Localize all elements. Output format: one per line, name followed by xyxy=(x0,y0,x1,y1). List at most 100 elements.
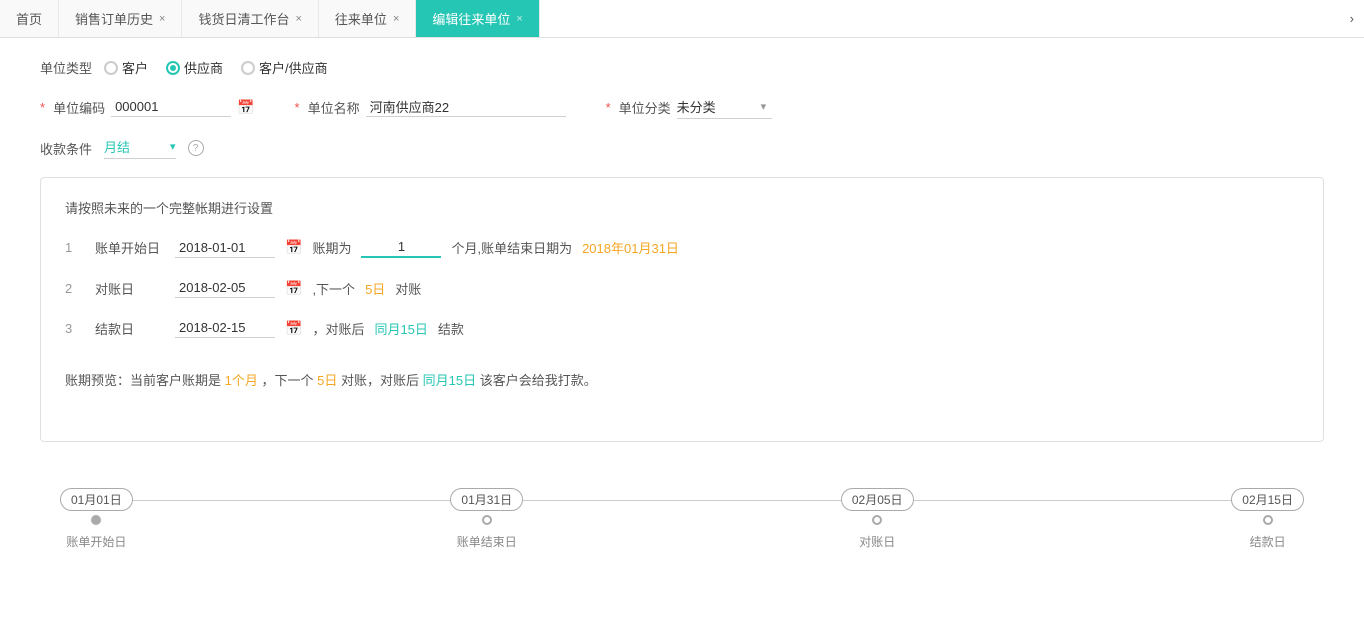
row-2-number: 2 xyxy=(65,281,85,296)
radio-supplier-label: 供应商 xyxy=(184,58,223,77)
row-1-end-date: 2018年01月31日 xyxy=(582,238,679,257)
radio-supplier[interactable]: 供应商 xyxy=(166,58,223,77)
tab-bar: 首页 销售订单历史 × 钱货日清工作台 × 往来单位 × 编辑往来单位 × › xyxy=(0,0,1364,38)
radio-both[interactable]: 客户/供应商 xyxy=(241,58,328,77)
unit-category-group: * 单位分类 未分类 ▾ xyxy=(606,95,773,119)
settings-row-2: 2 对账日 📅 ,下一个 5日 对账 xyxy=(65,278,1299,298)
timeline-date-3: 02月05日 xyxy=(841,488,914,511)
unit-category-value: 未分类 xyxy=(677,97,757,116)
unit-name-input[interactable] xyxy=(366,97,566,117)
timeline-label-4: 结款日 xyxy=(1250,533,1286,550)
timeline: 01月01日 账单开始日 01月31日 账单结束日 02月05日 对账日 02月… xyxy=(40,458,1324,600)
tab-sales-order[interactable]: 销售订单历史 × xyxy=(59,0,182,37)
preview-reconcile-day: 5日 xyxy=(317,373,337,388)
unit-code-calendar-icon[interactable]: 📅 xyxy=(237,99,254,116)
timeline-dot-4 xyxy=(1263,515,1273,525)
unit-code-label: 单位编码 xyxy=(53,98,105,117)
row-2-label: 对账日 xyxy=(95,279,165,298)
payment-terms-label: 收款条件 xyxy=(40,139,92,158)
close-partner-tab[interactable]: × xyxy=(393,13,399,25)
timeline-date-1: 01月01日 xyxy=(60,488,133,511)
tab-partner[interactable]: 往来单位 × xyxy=(319,0,416,37)
unit-code-group: * 单位编码 📅 xyxy=(40,97,255,117)
row-1-suffix-after: 个月,账单结束日期为 xyxy=(451,238,572,257)
unit-name-label: 单位名称 xyxy=(308,98,360,117)
period-input[interactable] xyxy=(361,237,441,258)
row-3-number: 3 xyxy=(65,321,85,336)
timeline-date-2: 01月31日 xyxy=(450,488,523,511)
settings-row-1: 1 账单开始日 📅 账期为 个月,账单结束日期为 2018年01月31日 xyxy=(65,237,1299,258)
preview-payment-day: 同月15日 xyxy=(423,373,476,388)
row-1-suffix-before: 账期为 xyxy=(312,238,351,257)
close-sales-order-tab[interactable]: × xyxy=(159,13,165,25)
unit-type-row: 单位类型 客户 供应商 客户/供应商 xyxy=(40,58,1324,77)
unit-category-star: * xyxy=(606,100,611,115)
row-3-prefix: ，对账后 xyxy=(312,319,364,338)
close-cash-work-tab[interactable]: × xyxy=(295,13,301,25)
unit-info-row: * 单位编码 📅 * 单位名称 * 单位分类 未分类 ▾ xyxy=(40,95,1324,119)
row-2-prefix: ,下一个 xyxy=(312,279,355,298)
settings-row-3: 3 结款日 📅 ，对账后 同月15日 结款 xyxy=(65,318,1299,338)
preview-text: 账期预览：当前客户账期是 1个月 ，下一个 5日 对账，对账后 同月15日 该客… xyxy=(65,370,1299,389)
unit-code-star: * xyxy=(40,100,45,115)
radio-supplier-circle xyxy=(166,61,180,75)
row-3-day-highlight: 同月15日 xyxy=(374,319,427,338)
row-3-label: 结款日 xyxy=(95,319,165,338)
row-1-label: 账单开始日 xyxy=(95,238,165,257)
timeline-dot-1 xyxy=(91,515,101,525)
row-3-suffix: 结款 xyxy=(438,319,464,338)
tab-cash-work[interactable]: 钱货日清工作台 × xyxy=(182,0,318,37)
timeline-points: 01月01日 账单开始日 01月31日 账单结束日 02月05日 对账日 02月… xyxy=(60,488,1304,550)
settings-box: 请按照未来的一个完整帐期进行设置 1 账单开始日 📅 账期为 个月,账单结束日期… xyxy=(40,177,1324,442)
tab-more-button[interactable]: › xyxy=(1340,0,1364,37)
reconcile-date-calendar-icon[interactable]: 📅 xyxy=(285,280,302,297)
preview-suffix: 该客户会给我打款。 xyxy=(480,373,597,388)
reconcile-date-input[interactable] xyxy=(175,278,275,298)
timeline-label-1: 账单开始日 xyxy=(66,533,126,550)
close-edit-partner-tab[interactable]: × xyxy=(516,13,522,25)
row-2-day-highlight: 5日 xyxy=(365,279,385,298)
payment-terms-arrow-icon: ▾ xyxy=(170,140,176,153)
preview-prefix: 账期预览：当前客户账期是 xyxy=(65,373,221,388)
unit-name-group: * 单位名称 xyxy=(295,97,566,117)
radio-both-label: 客户/供应商 xyxy=(259,58,328,77)
row-1-number: 1 xyxy=(65,240,85,255)
radio-customer-circle xyxy=(104,61,118,75)
timeline-dot-3 xyxy=(872,515,882,525)
unit-name-star: * xyxy=(295,100,300,115)
timeline-point-1: 01月01日 账单开始日 xyxy=(60,488,133,550)
radio-both-circle xyxy=(241,61,255,75)
unit-category-dropdown[interactable]: 未分类 ▾ xyxy=(677,95,773,119)
timeline-point-4: 02月15日 结款日 xyxy=(1231,488,1304,550)
start-date-input[interactable] xyxy=(175,238,275,258)
unit-category-arrow-icon: ▾ xyxy=(761,100,767,113)
row-2-suffix: 对账 xyxy=(395,279,421,298)
tab-home[interactable]: 首页 xyxy=(0,0,59,37)
timeline-date-4: 02月15日 xyxy=(1231,488,1304,511)
start-date-calendar-icon[interactable]: 📅 xyxy=(285,239,302,256)
timeline-point-2: 01月31日 账单结束日 xyxy=(450,488,523,550)
help-icon[interactable]: ? xyxy=(188,140,204,156)
radio-customer-label: 客户 xyxy=(122,58,148,77)
timeline-dot-2 xyxy=(482,515,492,525)
payment-terms-value: 月结 xyxy=(104,137,164,156)
main-content: 单位类型 客户 供应商 客户/供应商 * 单位编码 📅 * 单位名称 xyxy=(0,38,1364,620)
timeline-point-3: 02月05日 对账日 xyxy=(841,488,914,550)
preview-middle: ，下一个 xyxy=(262,373,314,388)
payment-date-input[interactable] xyxy=(175,318,275,338)
payment-terms-dropdown[interactable]: 月结 ▾ xyxy=(104,137,176,159)
timeline-label-2: 账单结束日 xyxy=(457,533,517,550)
timeline-label-3: 对账日 xyxy=(859,533,895,550)
payment-date-calendar-icon[interactable]: 📅 xyxy=(285,320,302,337)
unit-type-label: 单位类型 xyxy=(40,58,92,77)
radio-customer[interactable]: 客户 xyxy=(104,58,148,77)
settings-title: 请按照未来的一个完整帐期进行设置 xyxy=(65,198,1299,217)
preview-reconcile-suffix: 对账，对账后 xyxy=(341,373,419,388)
unit-type-radio-group: 客户 供应商 客户/供应商 xyxy=(104,58,328,77)
payment-terms-row: 收款条件 月结 ▾ ? xyxy=(40,137,1324,159)
preview-section: 账期预览：当前客户账期是 1个月 ，下一个 5日 对账，对账后 同月15日 该客… xyxy=(65,358,1299,421)
preview-period: 1个月 xyxy=(225,373,258,388)
tab-edit-partner[interactable]: 编辑往来单位 × xyxy=(416,0,539,37)
unit-category-label: 单位分类 xyxy=(619,98,671,117)
unit-code-input[interactable] xyxy=(111,97,231,117)
